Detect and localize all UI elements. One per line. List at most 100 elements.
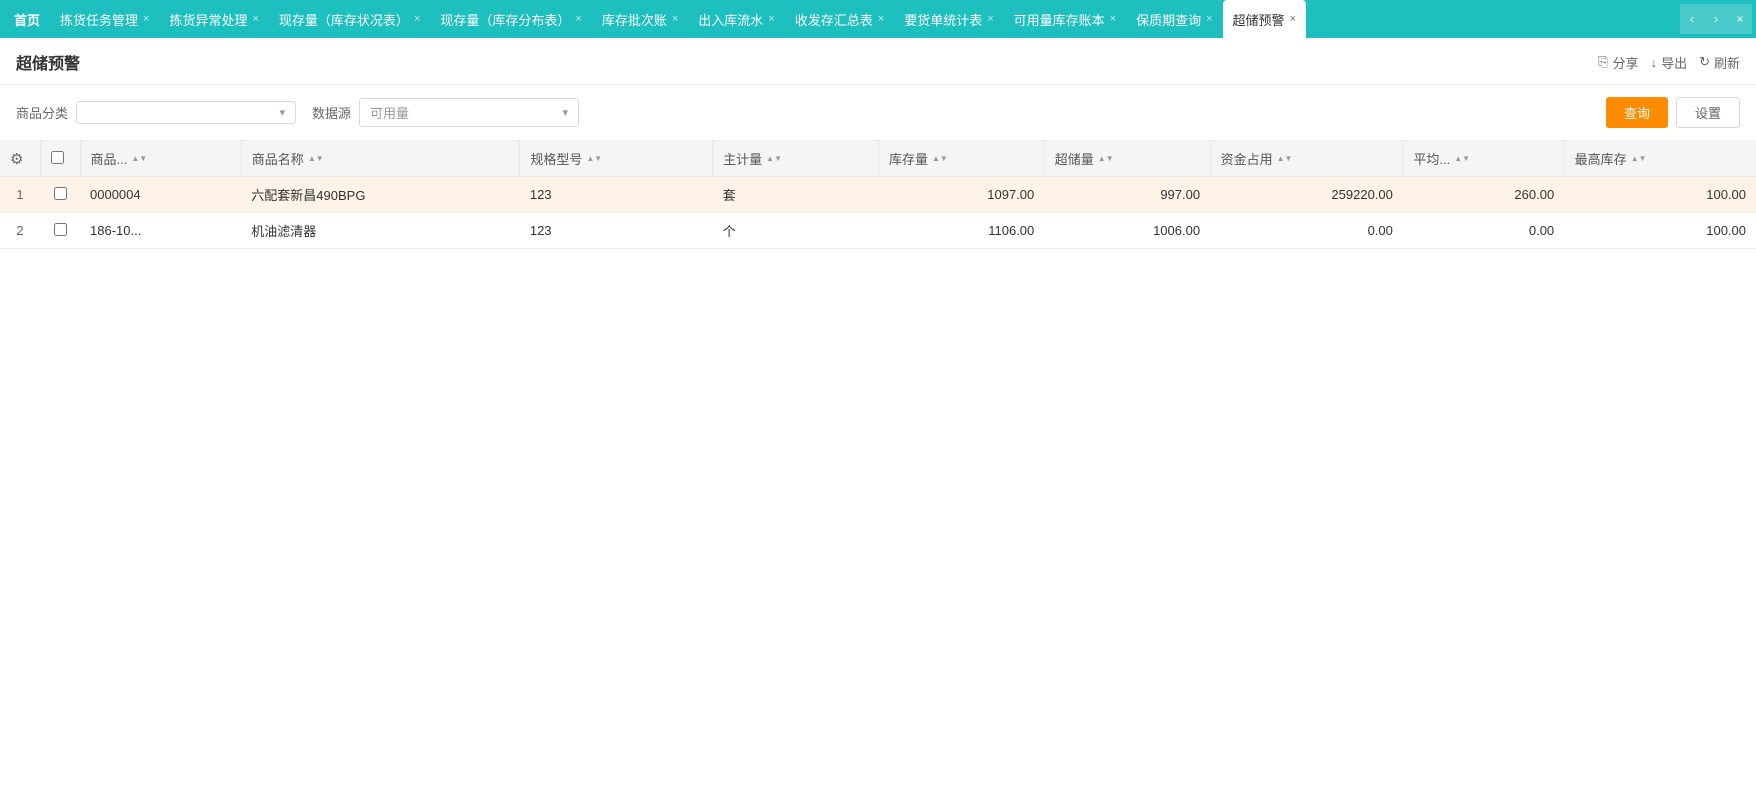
- nav-tab-close-5[interactable]: ×: [768, 13, 774, 25]
- nav-tab-close-6[interactable]: ×: [878, 13, 884, 25]
- row-max-stock-1: 100.00: [1564, 213, 1756, 249]
- th-max-stock[interactable]: 最高库存 ▲▼: [1564, 141, 1756, 177]
- data-table: ⚙ 商品... ▲▼ 商品名称 ▲▼: [0, 141, 1756, 249]
- nav-arrow-left[interactable]: ‹: [1680, 4, 1704, 34]
- th-product-name-label: 商品名称: [252, 149, 304, 168]
- table-row: 2 186-10... 机油滤清器 123 个 1106.00 1006.00 …: [0, 213, 1756, 249]
- th-stock[interactable]: 库存量 ▲▼: [878, 141, 1044, 177]
- datasource-chevron-icon: ▾: [563, 106, 569, 119]
- th-capital[interactable]: 资金占用 ▲▼: [1210, 141, 1403, 177]
- nav-tab-label-8: 可用量库存账本: [1014, 10, 1105, 29]
- nav-home[interactable]: 首页: [4, 0, 50, 38]
- nav-tab-close-0[interactable]: ×: [143, 13, 149, 25]
- nav-tab-close-10[interactable]: ×: [1290, 13, 1296, 25]
- th-product-name[interactable]: 商品名称 ▲▼: [241, 141, 520, 177]
- th-product-code[interactable]: 商品... ▲▼: [80, 141, 241, 177]
- nav-tab-close-8[interactable]: ×: [1110, 13, 1116, 25]
- nav-tab-2[interactable]: 现存量（库存状况表） ×: [269, 0, 430, 38]
- th-avg-label: 平均...: [1413, 149, 1450, 168]
- nav-tab-5[interactable]: 出入库流水 ×: [688, 0, 784, 38]
- export-action[interactable]: ↓ 导出: [1651, 53, 1688, 72]
- th-spec[interactable]: 规格型号 ▲▼: [520, 141, 713, 177]
- select-all-checkbox[interactable]: [51, 151, 64, 164]
- nav-tab-7[interactable]: 要货单统计表×: [894, 0, 1003, 38]
- nav-tab-3[interactable]: 现存量（库存分布表） ×: [430, 0, 591, 38]
- th-over-stock-label: 超储量: [1055, 149, 1094, 168]
- category-filter-group: 商品分类 ▾: [16, 101, 296, 124]
- sort-icon-product-code: ▲▼: [131, 155, 147, 163]
- category-chevron-icon: ▾: [279, 106, 285, 119]
- row-num-0: 1: [0, 177, 40, 213]
- row-select-0[interactable]: [54, 187, 67, 200]
- nav-tab-close-3[interactable]: ×: [575, 13, 581, 25]
- th-unit[interactable]: 主计量 ▲▼: [713, 141, 879, 177]
- sort-icon-capital: ▲▼: [1277, 155, 1293, 163]
- share-label: 分享: [1613, 53, 1639, 72]
- sort-icon-product-name: ▲▼: [308, 155, 324, 163]
- sort-icon-spec: ▲▼: [586, 155, 602, 163]
- row-max-stock-0: 100.00: [1564, 177, 1756, 213]
- refresh-action[interactable]: ↻ 刷新: [1699, 53, 1740, 72]
- row-unit-0: 套: [713, 177, 879, 213]
- export-label: 导出: [1661, 53, 1687, 72]
- row-code-1: 186-10...: [80, 213, 241, 249]
- row-over-stock-1: 1006.00: [1044, 213, 1210, 249]
- sort-icon-avg: ▲▼: [1454, 155, 1470, 163]
- datasource-filter-group: 数据源 可用量 ▾: [312, 98, 579, 127]
- row-select-1[interactable]: [54, 223, 67, 236]
- refresh-icon: ↻: [1699, 54, 1710, 70]
- nav-tab-0[interactable]: 拣货任务管理 ×: [50, 0, 159, 38]
- row-name-1: 机油滤清器: [241, 213, 520, 249]
- row-capital-1: 0.00: [1210, 213, 1403, 249]
- nav-tab-9[interactable]: 保质期查询 ×: [1126, 0, 1222, 38]
- nav-tab-label-10: 超储预警: [1233, 10, 1285, 29]
- nav-tab-8[interactable]: 可用量库存账本 ×: [1004, 0, 1126, 38]
- nav-tab-close-4[interactable]: ×: [672, 13, 678, 25]
- nav-tab-label-6: 收发存汇总表: [795, 10, 873, 29]
- row-over-stock-0: 997.00: [1044, 177, 1210, 213]
- row-name-0: 六配套新昌490BPG: [241, 177, 520, 213]
- filter-buttons: 查询 设置: [1606, 97, 1740, 128]
- settings-button[interactable]: 设置: [1676, 97, 1740, 128]
- th-over-stock[interactable]: 超储量 ▲▼: [1044, 141, 1210, 177]
- nav-tab-label-4: 库存批次账: [602, 10, 667, 29]
- sort-icon-unit: ▲▼: [766, 155, 782, 163]
- th-max-stock-label: 最高库存: [1575, 149, 1627, 168]
- nav-tab-label-9: 保质期查询: [1136, 10, 1201, 29]
- row-code-0: 0000004: [80, 177, 241, 213]
- sort-icon-stock: ▲▼: [932, 155, 948, 163]
- datasource-select[interactable]: 可用量 ▾: [359, 98, 579, 127]
- nav-arrow-close[interactable]: ×: [1728, 4, 1752, 34]
- share-icon: ⎘: [1598, 54, 1608, 70]
- th-stock-label: 库存量: [889, 149, 928, 168]
- nav-tab-label-3: 现存量（库存分布表）: [440, 10, 570, 29]
- table-row: 1 0000004 六配套新昌490BPG 123 套 1097.00 997.…: [0, 177, 1756, 213]
- th-checkbox: [40, 141, 80, 177]
- nav-tab-label-5: 出入库流水: [698, 10, 763, 29]
- nav-arrow-right[interactable]: ›: [1704, 4, 1728, 34]
- nav-tab-close-7[interactable]: ×: [987, 13, 993, 25]
- nav-tabs: 拣货任务管理×拣货异常处理×现存量（库存状况表）×现存量（库存分布表）×库存批次…: [50, 0, 1306, 38]
- sort-icon-over-stock: ▲▼: [1098, 155, 1114, 163]
- refresh-label: 刷新: [1714, 53, 1740, 72]
- nav-tab-label-2: 现存量（库存状况表）: [279, 10, 409, 29]
- table-body: 1 0000004 六配套新昌490BPG 123 套 1097.00 997.…: [0, 177, 1756, 249]
- row-capital-0: 259220.00: [1210, 177, 1403, 213]
- nav-tab-close-1[interactable]: ×: [252, 13, 258, 25]
- nav-tab-4[interactable]: 库存批次账 ×: [592, 0, 688, 38]
- nav-tab-10[interactable]: 超储预警 ×: [1223, 0, 1306, 38]
- column-settings-icon[interactable]: ⚙: [10, 151, 23, 168]
- nav-tab-close-2[interactable]: ×: [414, 13, 420, 25]
- query-button[interactable]: 查询: [1606, 97, 1668, 128]
- share-action[interactable]: ⎘ 分享: [1598, 53, 1638, 72]
- nav-tab-label-0: 拣货任务管理: [60, 10, 138, 29]
- filter-area: 商品分类 ▾ 数据源 可用量 ▾ 查询 设置: [0, 85, 1756, 141]
- nav-tab-close-9[interactable]: ×: [1206, 13, 1212, 25]
- th-avg[interactable]: 平均... ▲▼: [1403, 141, 1564, 177]
- page-header: 超储预警 ⎘ 分享 ↓ 导出 ↻ 刷新: [0, 38, 1756, 85]
- nav-tab-6[interactable]: 收发存汇总表 ×: [785, 0, 894, 38]
- datasource-select-value: 可用量: [370, 103, 409, 122]
- category-select[interactable]: ▾: [76, 101, 296, 124]
- nav-tab-1[interactable]: 拣货异常处理×: [159, 0, 268, 38]
- row-avg-0: 260.00: [1403, 177, 1564, 213]
